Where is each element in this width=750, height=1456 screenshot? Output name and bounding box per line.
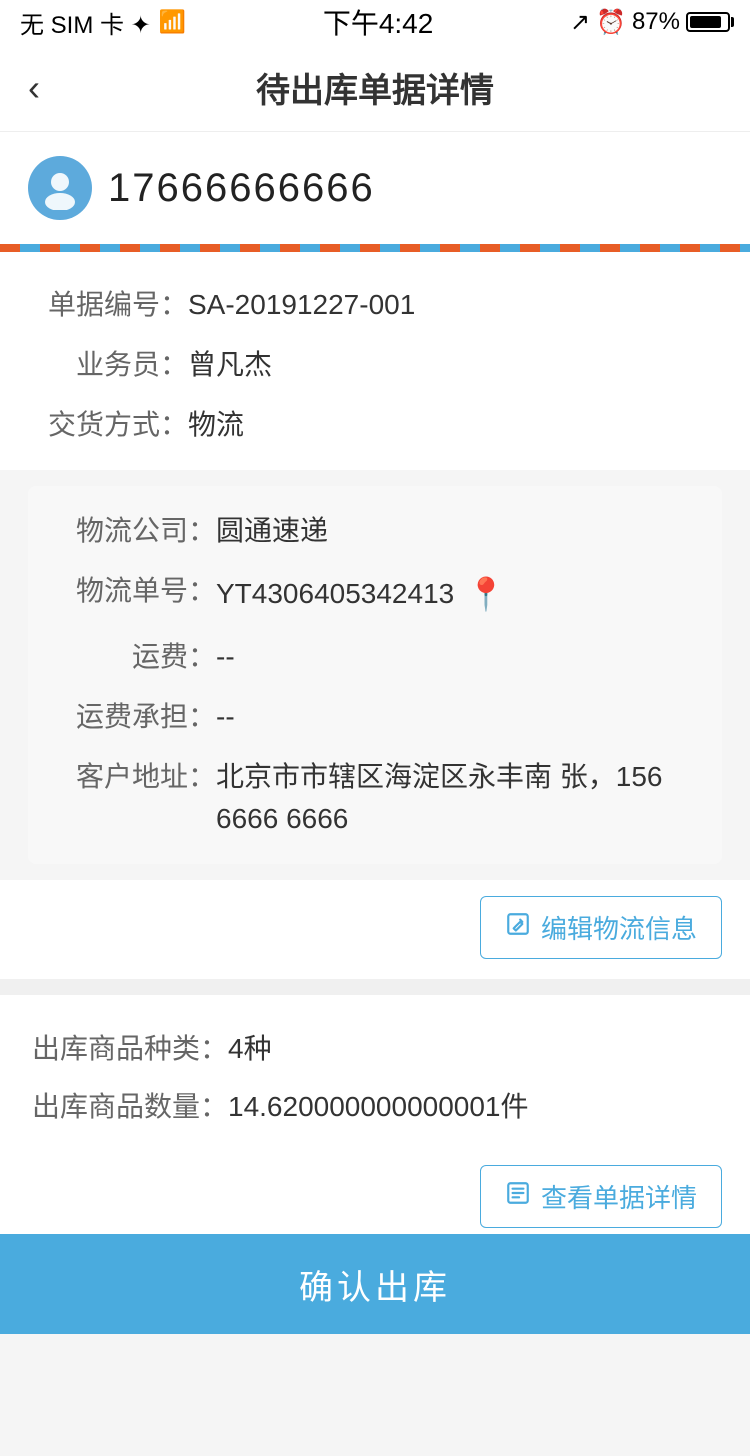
goods-quantity-label: 出库商品数量： xyxy=(28,1085,228,1125)
view-detail-label: 查看单据详情 xyxy=(541,1178,697,1215)
order-no-value: SA-20191227-001 xyxy=(188,284,722,326)
nav-bar: ‹ 待出库单据详情 xyxy=(0,44,750,132)
tracking-row: 物流单号： YT43064053424​13 📍 xyxy=(56,570,694,618)
status-time: 下午4:42 xyxy=(323,2,434,42)
tracking-label: 物流单号： xyxy=(56,570,216,612)
goods-quantity-value: 14.620000000000001件 xyxy=(228,1085,722,1125)
edit-logistics-wrapper: 编辑物流信息 xyxy=(0,880,750,979)
salesman-label: 业务员： xyxy=(28,344,188,386)
goods-types-value: 4种 xyxy=(228,1027,722,1067)
edit-icon xyxy=(505,911,531,944)
battery-icon xyxy=(686,12,730,32)
freight-type-label: 运费承担： xyxy=(56,696,216,738)
logistics-card: 物流公司： 圆通速递 物流单号： YT43064053424​13 📍 运费： … xyxy=(28,486,722,864)
goods-types-row: 出库商品种类： 4种 xyxy=(28,1027,722,1067)
user-phone: 17666666666 xyxy=(108,166,375,211)
view-detail-button[interactable]: 查看单据详情 xyxy=(480,1165,722,1228)
freight-value: -- xyxy=(216,636,694,678)
dashed-divider xyxy=(0,244,750,252)
delivery-row: 交货方式： 物流 xyxy=(28,404,722,446)
alarm-icon: ⏰ xyxy=(596,8,626,37)
address-label: 客户地址： xyxy=(56,756,216,798)
delivery-value: 物流 xyxy=(188,404,722,446)
avatar xyxy=(28,156,92,220)
tracking-location-icon[interactable]: 📍 xyxy=(466,570,506,618)
status-left: 无 SIM 卡 ✦ 📶 xyxy=(20,5,186,40)
company-row: 物流公司： 圆通速递 xyxy=(56,510,694,552)
order-no-label: 单据编号： xyxy=(28,284,188,326)
goods-quantity-row: 出库商品数量： 14.620000000000001件 xyxy=(28,1085,722,1125)
tracking-value: YT43064053424​13 📍 xyxy=(216,570,694,618)
edit-logistics-button[interactable]: 编辑物流信息 xyxy=(480,896,722,959)
freight-type-row: 运费承担： -- xyxy=(56,696,694,738)
location-status-icon: ↗ xyxy=(570,8,590,37)
company-value: 圆通速递 xyxy=(216,510,694,552)
freight-label: 运费： xyxy=(56,636,216,678)
address-row: 客户地址： 北京市市辖区海淀区永丰南 张，156 6666 6666 xyxy=(56,756,694,840)
confirm-button-label: 确认出库 xyxy=(299,1260,451,1309)
edit-logistics-label: 编辑物流信息 xyxy=(541,909,697,946)
freight-type-value: -- xyxy=(216,696,694,738)
user-section: 17666666666 xyxy=(0,132,750,244)
delivery-label: 交货方式： xyxy=(28,404,188,446)
sim-label: 无 SIM 卡 ✦ xyxy=(20,5,151,40)
salesman-value: 曾凡杰 xyxy=(188,344,722,386)
list-icon xyxy=(505,1180,531,1213)
status-bar: 无 SIM 卡 ✦ 📶 下午4:42 ↗ ⏰ 87% xyxy=(0,0,750,44)
goods-section: 出库商品种类： 4种 出库商品数量： 14.620000000000001件 xyxy=(0,995,750,1149)
back-button[interactable]: ‹ xyxy=(28,67,40,109)
battery-percent: 87% xyxy=(632,8,680,36)
order-no-row: 单据编号： SA-20191227-001 xyxy=(28,284,722,326)
wifi-icon: 📶 xyxy=(159,9,186,35)
freight-row: 运费： -- xyxy=(56,636,694,678)
address-value: 北京市市辖区海淀区永丰南 张，156 6666 6666 xyxy=(216,756,694,840)
company-label: 物流公司： xyxy=(56,510,216,552)
status-right: ↗ ⏰ 87% xyxy=(570,8,730,37)
page-title: 待出库单据详情 xyxy=(256,63,494,112)
salesman-row: 业务员： 曾凡杰 xyxy=(28,344,722,386)
confirm-button[interactable]: 确认出库 xyxy=(0,1234,750,1334)
order-info-block: 单据编号： SA-20191227-001 业务员： 曾凡杰 交货方式： 物流 xyxy=(0,252,750,470)
goods-types-label: 出库商品种类： xyxy=(28,1027,228,1067)
section-separator xyxy=(0,979,750,995)
